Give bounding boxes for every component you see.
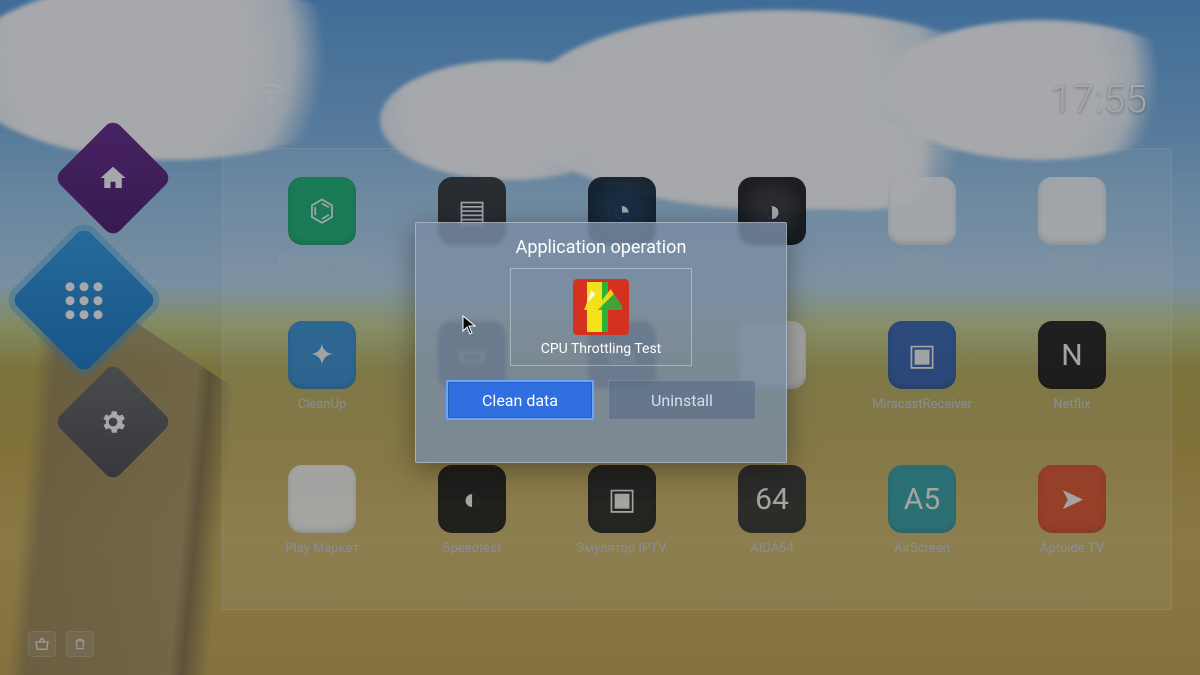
dialog-buttons: Clean data Uninstall (430, 380, 772, 420)
launcher-root: 17:55 ⌬Беспроводное▤◔◑AAPKPure◉Chrome✦ (0, 0, 1200, 675)
clean-data-button[interactable]: Clean data (446, 380, 594, 420)
application-operation-dialog: Application operation CPU Throttling Tes… (415, 222, 787, 463)
dialog-app-name: CPU Throttling Test (521, 341, 681, 357)
dialog-app-box: CPU Throttling Test (510, 268, 692, 366)
dialog-title: Application operation (430, 237, 772, 258)
cpu-throttling-test-icon (573, 279, 629, 335)
uninstall-button[interactable]: Uninstall (608, 380, 756, 420)
